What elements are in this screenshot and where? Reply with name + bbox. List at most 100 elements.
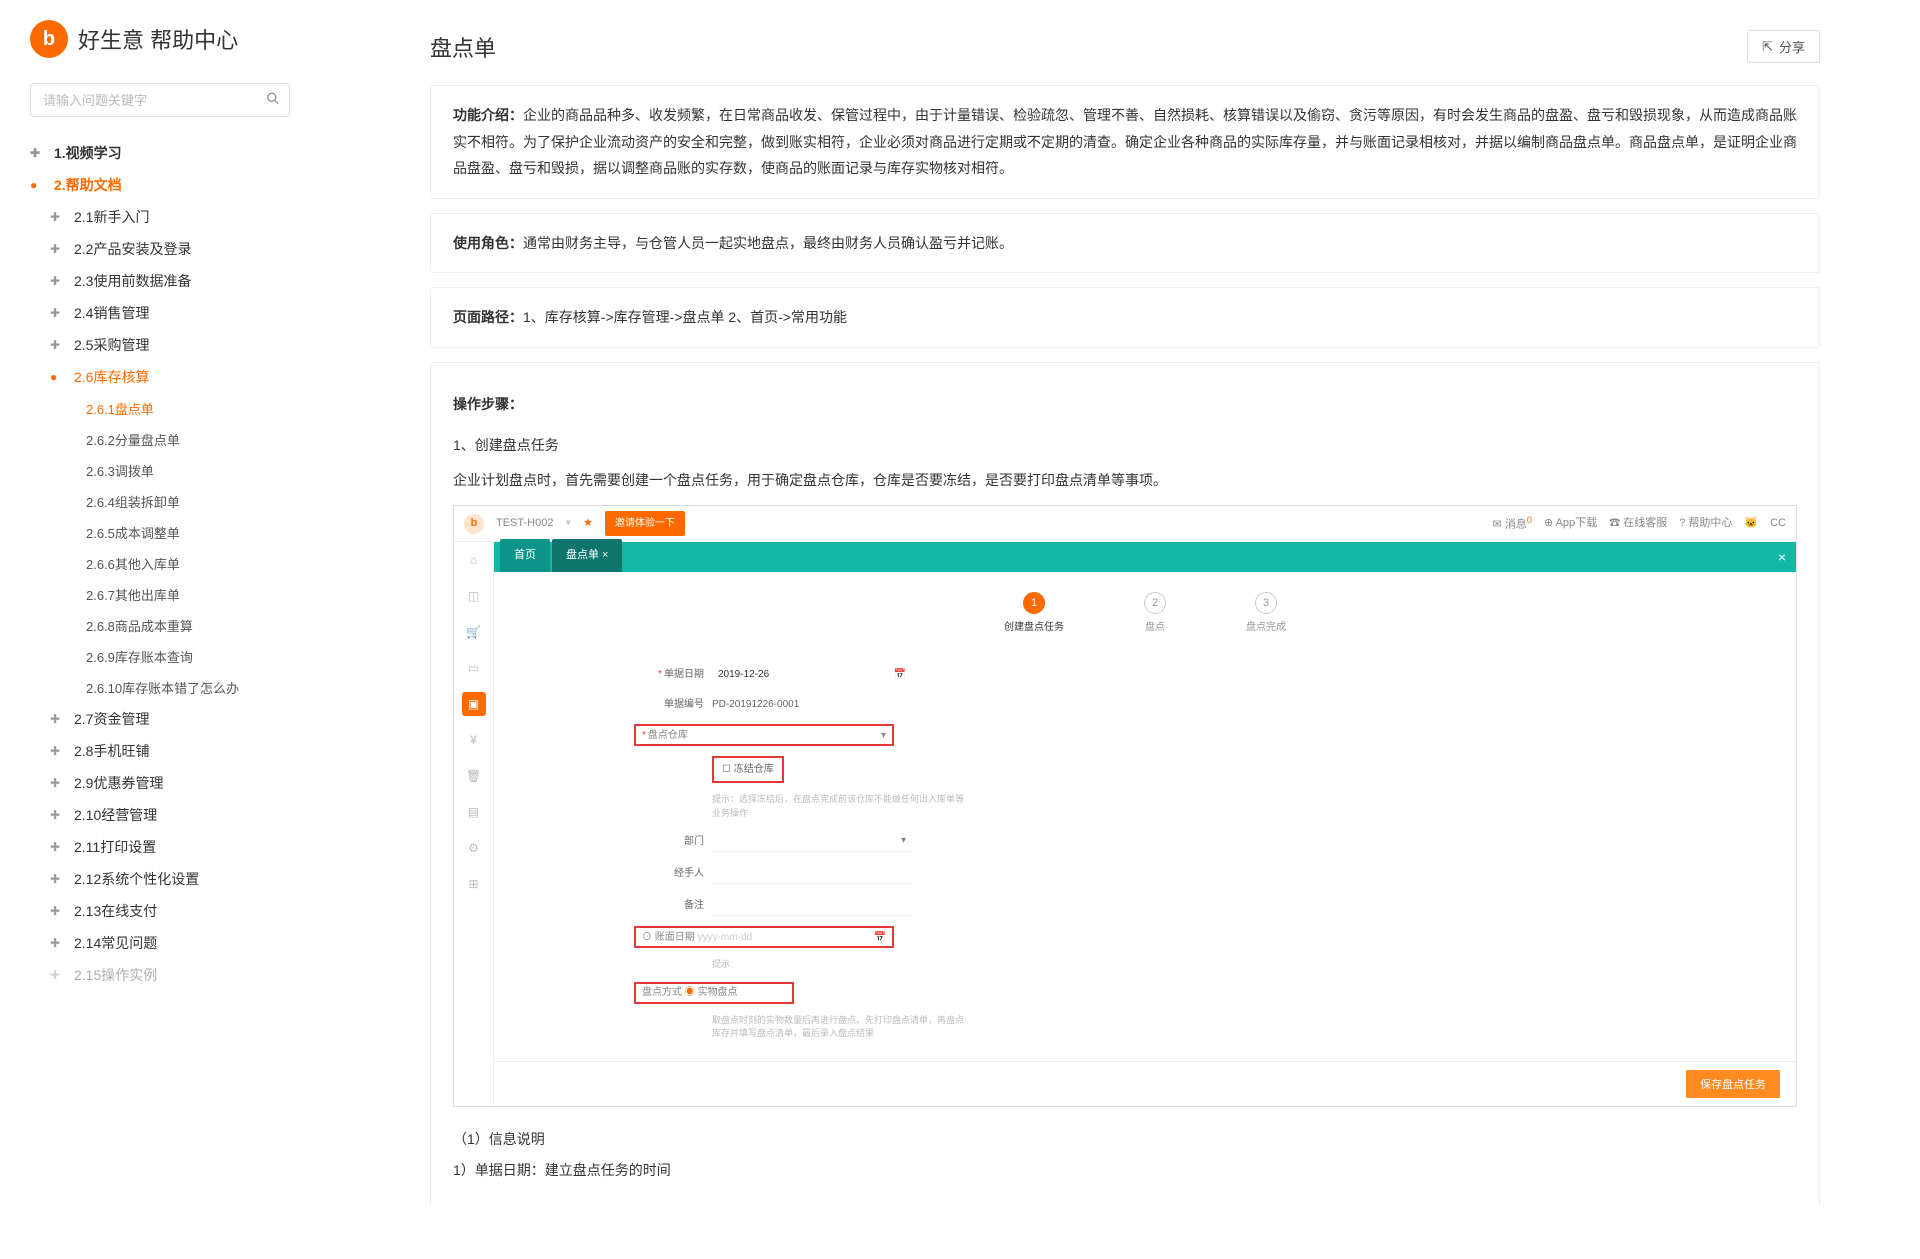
ss-username: CC (1770, 513, 1786, 534)
path-box: 页面路径：1、库存核算->库存管理->盘点单 2、首页->常用功能 (430, 287, 1820, 348)
ss-method-hint: 取盘点时刻的实物数量后再进行盘点。先打印盘点清单，再盘点库存并填写盘点清单，最后… (712, 1014, 972, 1041)
subsection-heading: （1）信息说明 (453, 1127, 1797, 1152)
gear-icon: ⚙ (462, 836, 486, 860)
share-icon: ⇱ (1762, 39, 1773, 55)
nav-2-5[interactable]: ✚2.5采购管理 (30, 329, 290, 361)
ss-app-link: ⊕ App下载 (1544, 513, 1597, 534)
intro-label: 功能介绍： (453, 107, 523, 123)
minus-icon: ● (30, 178, 46, 192)
main-content: 盘点单 ⇱ 分享 功能介绍：企业的商品品种多、收发频繁，在日常商品收发、保管过程… (310, 0, 1910, 1259)
nav-2-6-1[interactable]: 2.6.1盘点单 (30, 393, 290, 424)
nav-2-6-3[interactable]: 2.6.3调拨单 (30, 455, 290, 486)
wallet-icon: ¥ (462, 728, 486, 752)
plus-icon: ✚ (50, 904, 66, 918)
ss-warehouse-select: *盘点仓库▾ (634, 724, 894, 746)
nav-2-12[interactable]: ✚2.12系统个性化设置 (30, 863, 290, 895)
app-name: 好生意 帮助中心 (78, 23, 238, 55)
plus-icon: ✚ (50, 808, 66, 822)
ss-period-input: ⊙ 账面日期 yyyy-mm-dd📅 (634, 926, 894, 948)
role-box: 使用角色：通常由财务主导，与仓管人员一起实地盘点，最终由财务人员确认盈亏并记账。 (430, 213, 1820, 274)
path-label: 页面路径： (453, 309, 523, 325)
plus-icon: ✚ (50, 306, 66, 320)
ss-person-input (712, 862, 912, 884)
nav-2-6-2[interactable]: 2.6.2分量盘点单 (30, 424, 290, 455)
minus-icon: ● (50, 370, 66, 384)
calendar-icon: 📅 (874, 928, 886, 947)
page-title: 盘点单 (430, 31, 496, 63)
path-text: 1、库存核算->库存管理->盘点单 2、首页->常用功能 (523, 309, 847, 325)
plus-icon: ✚ (50, 840, 66, 854)
nav-2-15[interactable]: ✚2.15操作实例 (30, 959, 290, 991)
nav-2-6-7[interactable]: 2.6.7其他出库单 (30, 579, 290, 610)
intro-box: 功能介绍：企业的商品品种多、收发频繁，在日常商品收发、保管过程中，由于计量错误、… (430, 85, 1820, 199)
nav-2-11[interactable]: ✚2.11打印设置 (30, 831, 290, 863)
nav-2-6-8[interactable]: 2.6.8商品成本重算 (30, 610, 290, 641)
nav-2-6-9[interactable]: 2.6.9库存账本查询 (30, 641, 290, 672)
plus-icon: ✚ (50, 274, 66, 288)
nav-2-4[interactable]: ✚2.4销售管理 (30, 297, 290, 329)
search-input[interactable] (30, 83, 290, 117)
plus-icon: ✚ (50, 338, 66, 352)
ss-method-radio: 盘点方式 ◉ 实物盘点 (634, 982, 794, 1004)
ss-sidebar: ⌂ ◫ 🛒 ▭ ▣ ¥ 🗑 ▤ ⚙ ⊞ (454, 542, 494, 1106)
role-label: 使用角色： (453, 235, 523, 251)
intro-text: 企业的商品品种多、收发频繁，在日常商品收发、保管过程中，由于计量错误、检验疏忽、… (453, 107, 1797, 176)
step1-number: 1、创建盘点任务 (453, 432, 1797, 459)
plus-icon: ✚ (50, 968, 66, 982)
nav-help-docs[interactable]: ●2.帮助文档 (30, 169, 290, 201)
plus-icon: ✚ (50, 712, 66, 726)
box-icon: ▣ (462, 692, 486, 716)
trash-icon: 🗑 (462, 764, 486, 788)
close-icon: × (1768, 544, 1796, 571)
plus-icon: ✚ (50, 936, 66, 950)
chevron-down-icon: ▾ (881, 726, 886, 745)
grid-icon: ⊞ (462, 872, 486, 896)
steps-box: 操作步骤： 1、创建盘点任务 企业计划盘点时，首先需要创建一个盘点任务，用于确定… (430, 362, 1820, 1205)
nav-2-3[interactable]: ✚2.3使用前数据准备 (30, 265, 290, 297)
sidebar: b 好生意 帮助中心 ✚1.视频学习 ●2.帮助文档 ✚2.1新手入门 ✚2.2… (0, 0, 310, 1259)
chart-icon: ▤ (462, 800, 486, 824)
field-label: 1）单据日期： (453, 1162, 545, 1178)
cart-icon: 🛒 (462, 620, 486, 644)
nav-2-6-6[interactable]: 2.6.6其他入库单 (30, 548, 290, 579)
ss-tab-current: 盘点单 × (552, 539, 622, 572)
plus-icon: ✚ (50, 744, 66, 758)
cube-icon: ◫ (462, 584, 486, 608)
nav-2-6-10[interactable]: 2.6.10库存账本错了怎么办 (30, 672, 290, 703)
plus-icon: ✚ (50, 872, 66, 886)
nav-2-10[interactable]: ✚2.10经营管理 (30, 799, 290, 831)
nav-2-8[interactable]: ✚2.8手机旺铺 (30, 735, 290, 767)
ss-form: *单据日期2019-12-26📅 单据编号PD-20191226-0001 *盘… (494, 643, 1796, 1061)
nav-2-6-4[interactable]: 2.6.4组装拆卸单 (30, 486, 290, 517)
ss-topbar: b TEST-H002 ▾ ★ 邀请体验一下 ✉ 消息0 ⊕ App下载 ☎ 在… (454, 506, 1796, 542)
ss-dept-select: ▾ (712, 830, 912, 852)
ss-period-hint: 提示 (712, 958, 972, 972)
nav-2-6[interactable]: ●2.6库存核算 (30, 361, 290, 393)
nav-2-1[interactable]: ✚2.1新手入门 (30, 201, 290, 233)
nav-2-14[interactable]: ✚2.14常见问题 (30, 927, 290, 959)
nav-2-9[interactable]: ✚2.9优惠券管理 (30, 767, 290, 799)
nav-2-7[interactable]: ✚2.7资金管理 (30, 703, 290, 735)
nav-tree: ✚1.视频学习 ●2.帮助文档 ✚2.1新手入门 ✚2.2产品安装及登录 ✚2.… (30, 137, 290, 991)
ss-freeze-hint: 提示：选择冻结后，在盘点完成前该仓库不能做任何出入库单等业务操作 (712, 793, 972, 820)
plus-icon: ✚ (50, 242, 66, 256)
ss-footer: 保存盘点任务 (494, 1061, 1796, 1106)
ss-date-value: 2019-12-26📅 (712, 663, 912, 685)
plus-icon: ✚ (30, 146, 46, 160)
folder-icon: ▭ (462, 656, 486, 680)
ss-tenant: TEST-H002 (496, 513, 553, 534)
ss-save-button: 保存盘点任务 (1686, 1070, 1780, 1098)
nav-2-2[interactable]: ✚2.2产品安装及登录 (30, 233, 290, 265)
search-box (30, 83, 290, 117)
ss-freeze-button: ☐ 冻结仓库 (712, 756, 784, 783)
nav-video[interactable]: ✚1.视频学习 (30, 137, 290, 169)
field-desc: 建立盘点任务的时间 (545, 1162, 671, 1178)
ss-tabs: 首页 盘点单 × × (494, 542, 1796, 572)
ss-help-link: ? 帮助中心 (1679, 513, 1732, 534)
plus-icon: ✚ (50, 210, 66, 224)
info-subsection: （1）信息说明 1）单据日期：建立盘点任务的时间 (453, 1127, 1797, 1183)
nav-2-13[interactable]: ✚2.13在线支付 (30, 895, 290, 927)
ss-invite-button: 邀请体验一下 (605, 511, 685, 536)
share-button[interactable]: ⇱ 分享 (1747, 30, 1820, 63)
nav-2-6-5[interactable]: 2.6.5成本调整单 (30, 517, 290, 548)
